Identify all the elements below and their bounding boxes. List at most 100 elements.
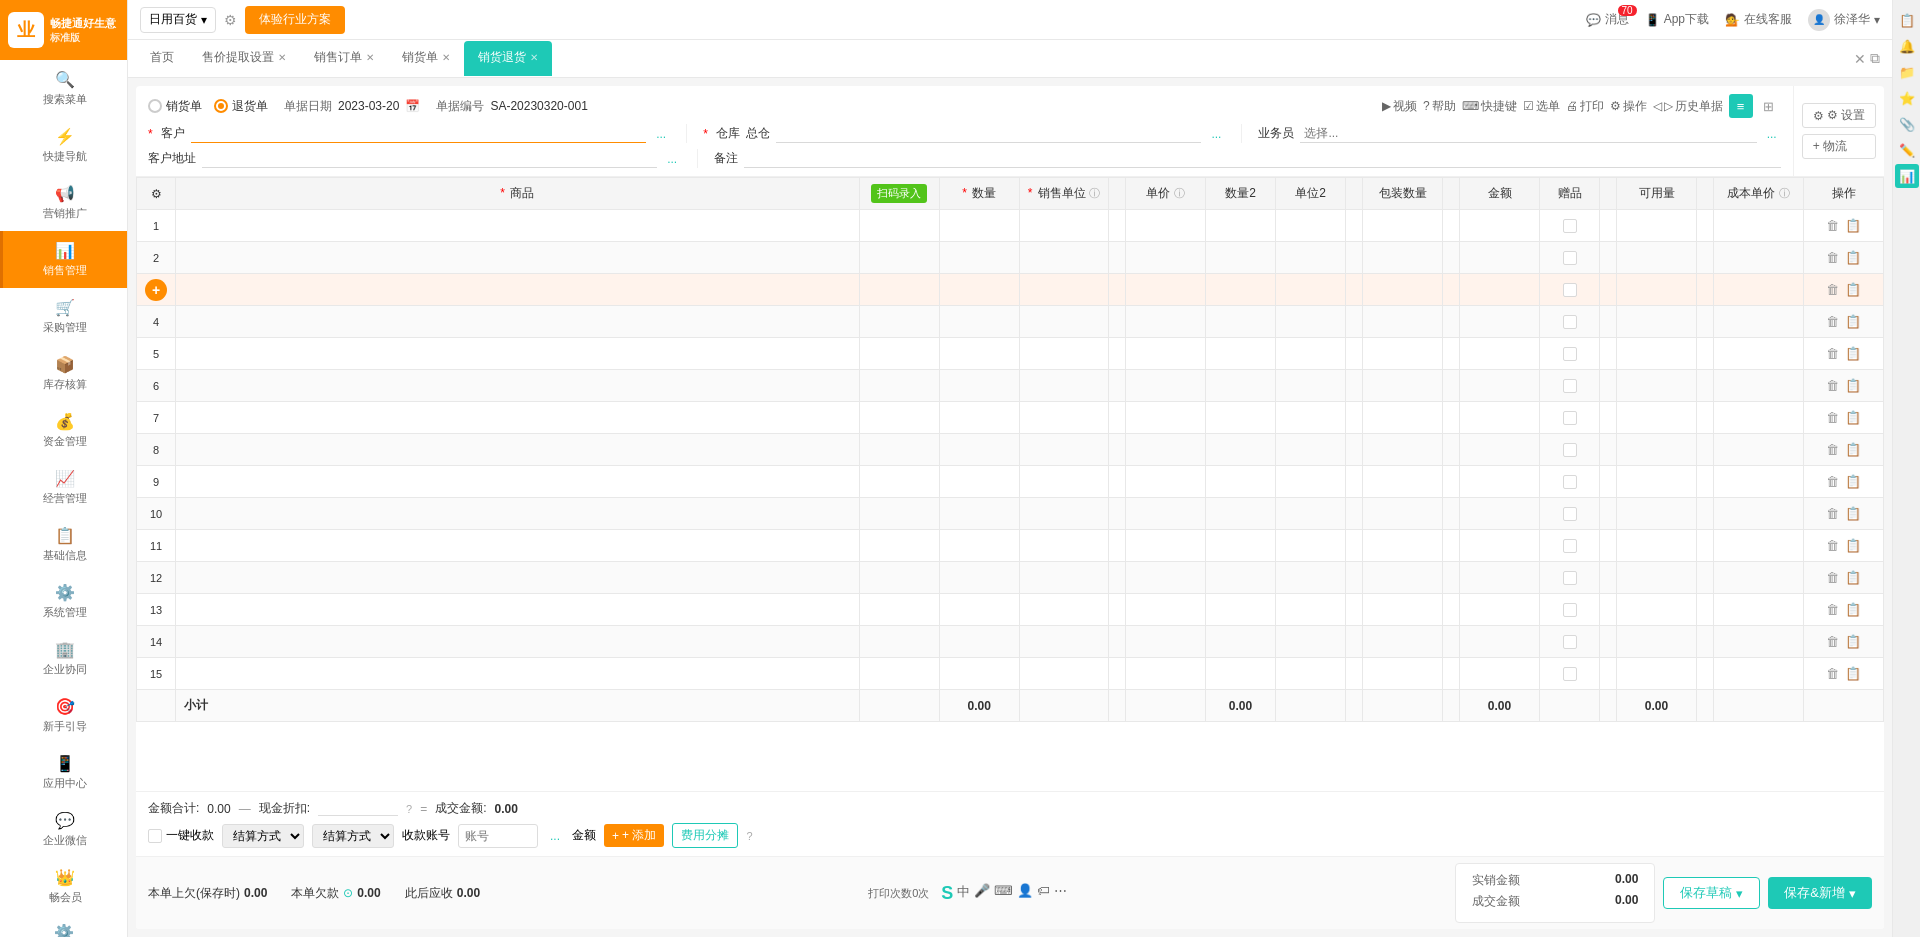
unit-input-12[interactable]: [1028, 571, 1100, 585]
qty-cell-10[interactable]: [939, 498, 1019, 530]
pack-input-1[interactable]: [1371, 219, 1434, 233]
cost-input-15[interactable]: [1722, 667, 1795, 681]
unit2-input-14[interactable]: [1284, 635, 1337, 649]
sidebar-item-sales[interactable]: 📊 销售管理: [0, 231, 127, 288]
unit-cell-13[interactable]: [1019, 594, 1108, 626]
cost-cell-9[interactable]: [1714, 466, 1804, 498]
qty-input-12[interactable]: [948, 571, 1011, 585]
qty-input-3[interactable]: [948, 283, 1011, 297]
radio-return[interactable]: 退货单: [214, 98, 268, 115]
delete-icon-8[interactable]: 🗑: [1826, 442, 1839, 457]
address-select-btn[interactable]: ...: [663, 152, 681, 166]
pack-cell-10[interactable]: [1363, 498, 1443, 530]
pack-input-15[interactable]: [1371, 667, 1434, 681]
right-panel-icon-5[interactable]: 📎: [1895, 112, 1919, 136]
cost-input-12[interactable]: [1722, 571, 1795, 585]
gift-checkbox-10[interactable]: [1563, 507, 1577, 521]
app-download-btn[interactable]: 📱 App下载: [1645, 11, 1709, 28]
print-btn[interactable]: 🖨 打印: [1566, 98, 1604, 115]
delete-icon-4[interactable]: 🗑: [1826, 314, 1839, 329]
qty2-cell-14[interactable]: [1206, 626, 1276, 658]
price-input-3[interactable]: [1134, 283, 1197, 297]
amount-cell-3[interactable]: [1460, 274, 1540, 306]
pack-cell-7[interactable]: [1363, 402, 1443, 434]
unit2-cell-13[interactable]: [1276, 594, 1346, 626]
amount-cell-1[interactable]: [1460, 210, 1540, 242]
logistics-btn[interactable]: + 物流: [1802, 134, 1876, 159]
copy-icon-12[interactable]: 📋: [1845, 570, 1861, 585]
cost-input-10[interactable]: [1722, 507, 1795, 521]
qty2-cell-11[interactable]: [1206, 530, 1276, 562]
product-cell-4[interactable]: [176, 306, 860, 338]
address-input[interactable]: [202, 149, 657, 168]
mic-icon[interactable]: 🎤: [974, 883, 990, 904]
sidebar-item-marketing[interactable]: 📢 营销推广: [0, 174, 127, 231]
qty2-input-5[interactable]: [1214, 347, 1267, 361]
qty2-input-9[interactable]: [1214, 475, 1267, 489]
unit-input-5[interactable]: [1028, 347, 1100, 361]
account-input[interactable]: [458, 824, 538, 848]
unit2-input-8[interactable]: [1284, 443, 1337, 457]
qty2-input-10[interactable]: [1214, 507, 1267, 521]
pack-input-4[interactable]: [1371, 315, 1434, 329]
avail-input-15[interactable]: [1625, 667, 1688, 681]
sidebar-item-quick-nav[interactable]: ⚡ 快捷导航: [0, 117, 127, 174]
copy-icon-10[interactable]: 📋: [1845, 506, 1861, 521]
settings-btn[interactable]: ⚙ ⚙ 设置: [1802, 103, 1876, 128]
right-panel-icon-1[interactable]: 📋: [1895, 8, 1919, 32]
add-payment-btn[interactable]: + + 添加: [604, 824, 664, 847]
pack-input-14[interactable]: [1371, 635, 1434, 649]
unit-cell-12[interactable]: [1019, 562, 1108, 594]
unit-input-3[interactable]: [1028, 283, 1100, 297]
product-cell-13[interactable]: [176, 594, 860, 626]
discount-input[interactable]: [318, 801, 398, 816]
tab-home[interactable]: 首页: [136, 41, 188, 76]
product-input-11[interactable]: [184, 539, 851, 553]
price-input-13[interactable]: [1134, 603, 1197, 617]
unit-cell-15[interactable]: [1019, 658, 1108, 690]
cost-cell-12[interactable]: [1714, 562, 1804, 594]
qty-input-5[interactable]: [948, 347, 1011, 361]
qty-cell-14[interactable]: [939, 626, 1019, 658]
amount-input-11[interactable]: [1468, 539, 1531, 553]
topbar-gear-icon[interactable]: ⚙: [224, 12, 237, 28]
qty-input-11[interactable]: [948, 539, 1011, 553]
more-icon[interactable]: ⋯: [1054, 883, 1067, 904]
qty2-cell-2[interactable]: [1206, 242, 1276, 274]
qty2-cell-7[interactable]: [1206, 402, 1276, 434]
cost-input-2[interactable]: [1722, 251, 1795, 265]
cost-cell-11[interactable]: [1714, 530, 1804, 562]
unit-input-14[interactable]: [1028, 635, 1100, 649]
price-input-14[interactable]: [1134, 635, 1197, 649]
price-input-12[interactable]: [1134, 571, 1197, 585]
calc-select[interactable]: 结算方式: [312, 824, 394, 848]
remark-input[interactable]: [744, 149, 1780, 168]
gift-checkbox-3[interactable]: [1563, 283, 1577, 297]
pack-input-2[interactable]: [1371, 251, 1434, 265]
amount-cell-10[interactable]: [1460, 498, 1540, 530]
save-draft-btn[interactable]: 保存草稿 ▾: [1663, 877, 1760, 909]
cost-cell-14[interactable]: [1714, 626, 1804, 658]
sidebar-item-wechat[interactable]: 💬 企业微信: [0, 801, 127, 858]
product-input-2[interactable]: [184, 251, 851, 265]
qty2-input-2[interactable]: [1214, 251, 1267, 265]
price-cell-1[interactable]: [1126, 210, 1206, 242]
avail-cell-11[interactable]: [1617, 530, 1697, 562]
price-cell-13[interactable]: [1126, 594, 1206, 626]
unit-input-10[interactable]: [1028, 507, 1100, 521]
qty2-cell-5[interactable]: [1206, 338, 1276, 370]
pack-input-7[interactable]: [1371, 411, 1434, 425]
gift-checkbox-5[interactable]: [1563, 347, 1577, 361]
qty-cell-7[interactable]: [939, 402, 1019, 434]
sidebar-item-member[interactable]: 👑 畅会员: [0, 858, 127, 915]
tab-close-delivery[interactable]: ✕: [442, 52, 450, 63]
avail-cell-15[interactable]: [1617, 658, 1697, 690]
product-cell-1[interactable]: [176, 210, 860, 242]
unit2-input-5[interactable]: [1284, 347, 1337, 361]
qty2-input-6[interactable]: [1214, 379, 1267, 393]
help-btn[interactable]: ? 帮助: [1423, 98, 1456, 115]
gift-checkbox-15[interactable]: [1563, 667, 1577, 681]
cost-input-4[interactable]: [1722, 315, 1795, 329]
unit2-input-4[interactable]: [1284, 315, 1337, 329]
qty2-input-11[interactable]: [1214, 539, 1267, 553]
